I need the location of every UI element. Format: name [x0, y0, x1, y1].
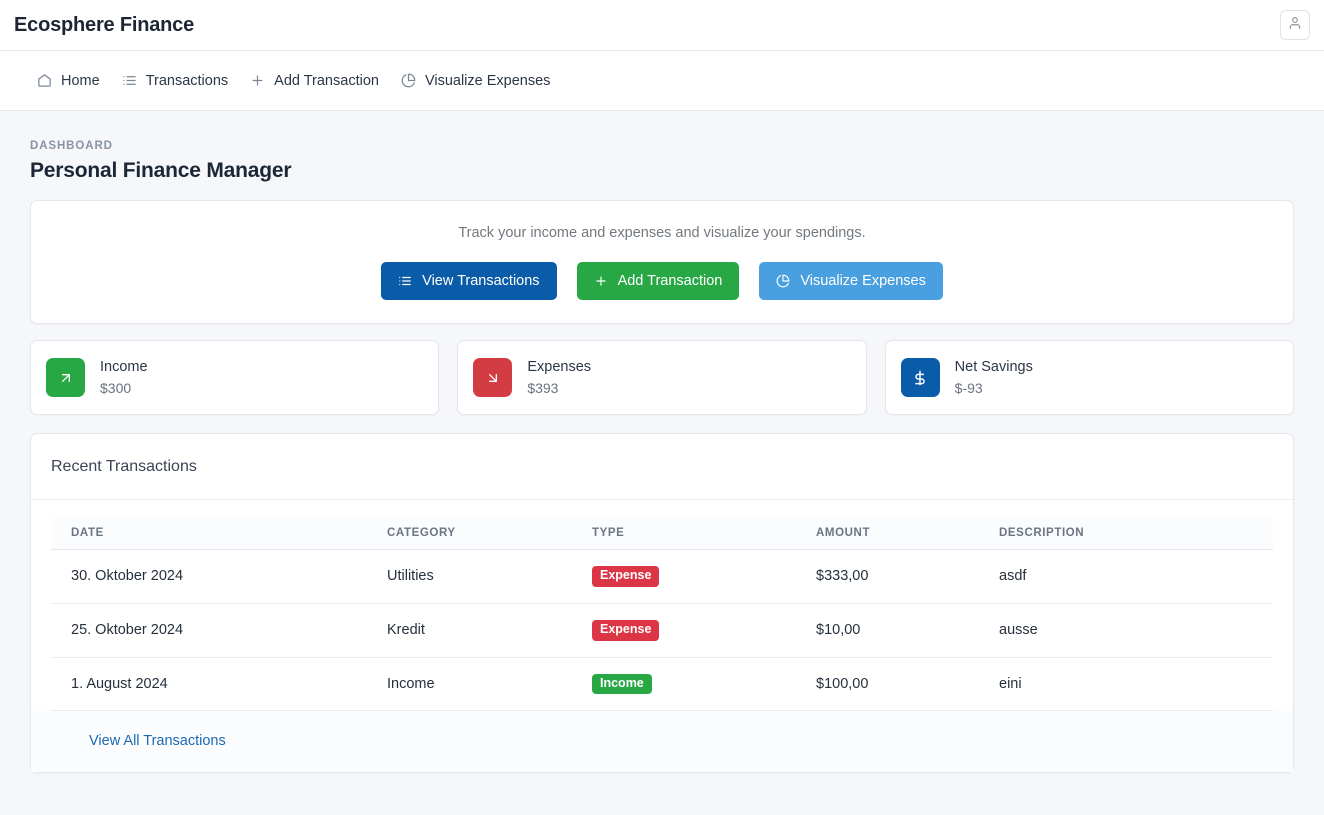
cell-category: Kredit: [387, 603, 592, 658]
column-header-description: DESCRIPTION: [999, 518, 1273, 550]
button-label: Add Transaction: [617, 272, 723, 289]
cell-date: 25. Oktober 2024: [51, 603, 387, 658]
view-transactions-button[interactable]: View Transactions: [381, 261, 557, 300]
table-row[interactable]: 1. August 2024 Income Income $100,00 ein…: [51, 657, 1273, 712]
nav-item-label: Home: [61, 72, 100, 89]
stat-card-net-savings: Net Savings $-93: [884, 340, 1294, 415]
status-badge: Income: [592, 673, 652, 695]
status-badge: Expense: [592, 619, 660, 641]
table-header-row: DATE CATEGORY TYPE AMOUNT DESCRIPTION: [51, 518, 1273, 550]
table-body: 30. Oktober 2024 Utilities Expense $333,…: [51, 549, 1273, 712]
stat-text: Expenses $393: [527, 357, 591, 398]
cell-type: Income: [592, 657, 816, 712]
nav-item-label: Transactions: [145, 72, 229, 89]
cell-amount: $100,00: [816, 657, 999, 712]
page-title: Personal Finance Manager: [30, 159, 292, 182]
table-head: DATE CATEGORY TYPE AMOUNT DESCRIPTION: [51, 518, 1273, 550]
stat-card-group: Income $300 Expenses $393 Net Savings $-…: [30, 340, 1294, 415]
nav-item-visualize-expenses[interactable]: Visualize Expenses: [390, 67, 561, 95]
main-navigation: Home Transactions Add Transaction Visual…: [0, 51, 1324, 111]
visualize-expenses-button[interactable]: Visualize Expenses: [759, 261, 943, 300]
breadcrumb-eyebrow: DASHBOARD: [30, 140, 113, 152]
pie-chart-icon: [776, 274, 790, 288]
transactions-table-wrapper: DATE CATEGORY TYPE AMOUNT DESCRIPTION 30…: [31, 500, 1293, 712]
hero-card: Track your income and expenses and visua…: [30, 200, 1294, 324]
cell-date: 30. Oktober 2024: [51, 549, 387, 604]
plus-icon: [594, 274, 608, 288]
cell-category: Income: [387, 657, 592, 712]
top-bar: Ecosphere Finance: [0, 0, 1324, 51]
user-account-button[interactable]: [1280, 10, 1310, 40]
nav-item-transactions[interactable]: Transactions: [111, 67, 239, 95]
plus-icon: [250, 73, 265, 88]
hero-action-group: View Transactions Add Transaction Visual…: [381, 261, 943, 300]
view-all-transactions-link[interactable]: View All Transactions: [89, 733, 226, 749]
pie-chart-icon: [401, 73, 416, 88]
column-header-date: DATE: [51, 518, 387, 550]
button-label: Visualize Expenses: [800, 272, 926, 289]
stat-value: $-93: [954, 379, 983, 396]
stat-card-income: Income $300: [30, 340, 440, 415]
list-icon: [398, 274, 412, 288]
nav-item-label: Visualize Expenses: [424, 72, 551, 89]
recent-transactions-header: Recent Transactions: [31, 434, 1293, 500]
stat-card-expenses: Expenses $393: [457, 340, 867, 415]
arrow-up-right-icon: [46, 358, 85, 397]
column-header-type: TYPE: [592, 518, 816, 550]
stat-text: Income $300: [100, 357, 148, 398]
hero-subtitle: Track your income and expenses and visua…: [458, 224, 866, 241]
button-label: View Transactions: [422, 272, 540, 289]
stat-text: Net Savings $-93: [955, 357, 1033, 398]
cell-category: Utilities: [387, 549, 592, 604]
status-badge: Expense: [592, 566, 660, 587]
cell-date: 1. August 2024: [51, 657, 387, 712]
app-brand-title: Ecosphere Finance: [14, 13, 194, 36]
home-icon: [37, 73, 52, 88]
dollar-icon: [900, 358, 940, 397]
add-transaction-button[interactable]: Add Transaction: [576, 261, 740, 300]
column-header-category: CATEGORY: [387, 518, 592, 550]
stat-label: Expenses: [527, 358, 592, 375]
user-icon: [1288, 16, 1302, 35]
cell-description: asdf: [999, 549, 1273, 604]
cell-amount: $10,00: [816, 603, 999, 658]
cell-description: ausse: [999, 603, 1273, 658]
list-icon: [122, 73, 137, 88]
nav-item-label: Add Transaction: [274, 72, 379, 89]
cell-amount: $333,00: [816, 549, 999, 604]
nav-item-add-transaction[interactable]: Add Transaction: [239, 67, 390, 95]
nav-item-home[interactable]: Home: [26, 67, 111, 95]
transactions-footer: View All Transactions: [31, 711, 1293, 773]
cell-type: Expense: [592, 603, 816, 658]
stat-label: Income: [100, 358, 148, 375]
recent-transactions-panel: Recent Transactions DATE CATEGORY TYPE A…: [30, 433, 1294, 774]
panel-title: Recent Transactions: [51, 457, 197, 475]
cell-type: Expense: [592, 549, 816, 604]
stat-value: $393: [527, 379, 559, 396]
cell-description: eini: [999, 657, 1273, 712]
table-row[interactable]: 25. Oktober 2024 Kredit Expense $10,00 a…: [51, 603, 1273, 658]
stat-value: $300: [100, 379, 132, 396]
table-row[interactable]: 30. Oktober 2024 Utilities Expense $333,…: [51, 549, 1273, 604]
arrow-down-right-icon: [473, 358, 513, 397]
stat-label: Net Savings: [954, 358, 1033, 375]
transactions-table: DATE CATEGORY TYPE AMOUNT DESCRIPTION 30…: [51, 518, 1273, 712]
column-header-amount: AMOUNT: [816, 518, 999, 550]
page-content: DASHBOARD Personal Finance Manager Track…: [0, 140, 1324, 774]
